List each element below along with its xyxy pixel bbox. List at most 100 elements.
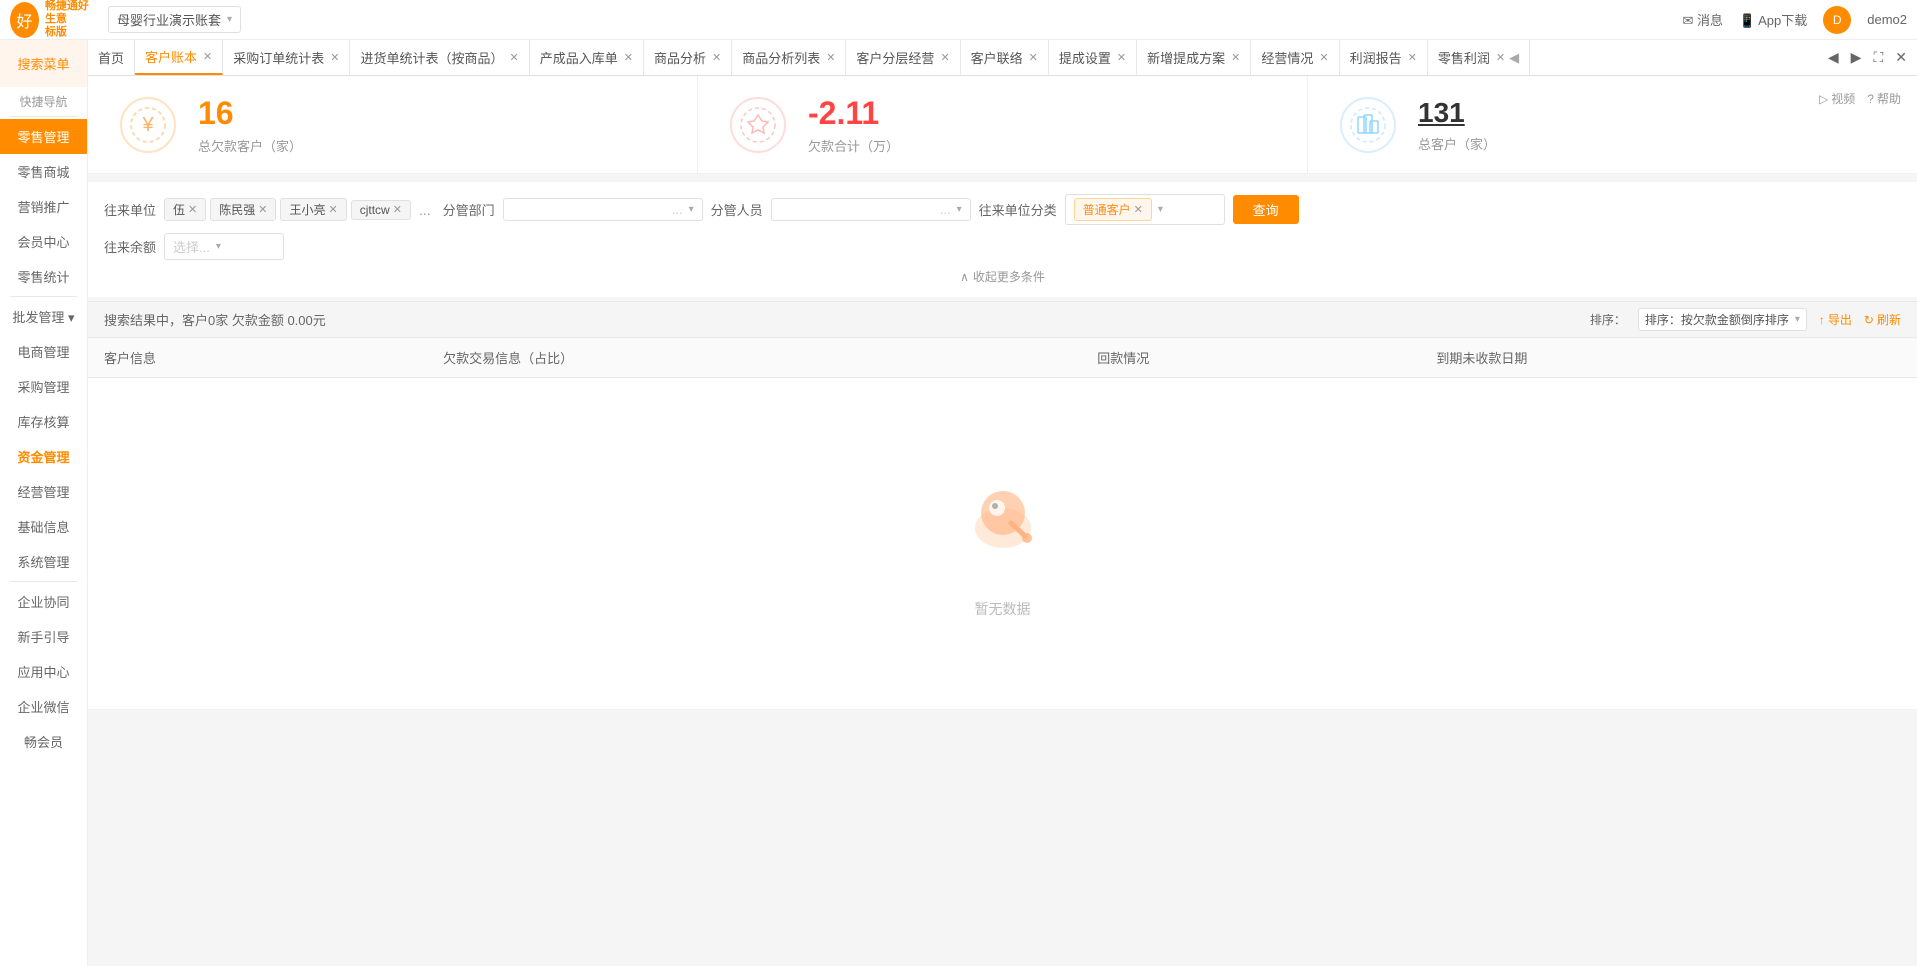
sidebar-item-basic[interactable]: 基础信息	[0, 509, 87, 544]
sidebar-item-retail[interactable]: 零售管理	[0, 119, 87, 154]
sidebar-item-system[interactable]: 系统管理	[0, 544, 87, 579]
stat-card-total: 131 总客户（家） ▷ 视频 ? 帮助	[1308, 76, 1917, 173]
tabs-prev-button[interactable]: ◀	[1824, 49, 1843, 66]
tab-home[interactable]: 首页	[88, 40, 135, 75]
sidebar-item-enterprise-coop[interactable]: 企业协同	[0, 584, 87, 619]
tab-close-goods-analysis[interactable]: ✕	[712, 51, 721, 64]
video-link[interactable]: ▷ 视频	[1819, 90, 1855, 107]
person-label: 分管人员	[711, 200, 763, 219]
empty-text: 暂无数据	[975, 599, 1031, 619]
tag-close-chenminqiang[interactable]: ✕	[258, 203, 267, 216]
refresh-button[interactable]: ↻ 刷新	[1864, 311, 1901, 328]
collapse-filters[interactable]: ∧ 收起更多条件	[104, 268, 1901, 285]
sort-selector[interactable]: 排序：按欠款金额倒序排序 ▾	[1638, 308, 1807, 331]
sidebar-item-app-center[interactable]: 应用中心	[0, 654, 87, 689]
tab-new-promo[interactable]: 新增提成方案 ✕	[1137, 40, 1251, 75]
messages-link[interactable]: ✉ 消息	[1682, 10, 1723, 29]
sidebar-item-ecommerce[interactable]: 电商管理	[0, 334, 87, 369]
tab-product-stock[interactable]: 产成品入库单 ✕	[530, 40, 644, 75]
user-avatar[interactable]: D	[1823, 6, 1851, 34]
username[interactable]: demo2	[1867, 12, 1907, 27]
tab-accounts-receivable[interactable]: 客户账本 ✕	[135, 40, 223, 75]
search-summary: 搜索结果中，客户0家 欠款金额 0.00元	[104, 310, 326, 329]
export-button[interactable]: ↑ 导出	[1819, 311, 1852, 328]
tab-goods-analysis[interactable]: 商品分析 ✕	[644, 40, 732, 75]
sidebar-item-operations[interactable]: 经营管理	[0, 474, 87, 509]
sidebar-item-members[interactable]: 会员中心	[0, 224, 87, 259]
dept-selector[interactable]: ... ▾	[503, 198, 703, 221]
tab-close-promo-settings[interactable]: ✕	[1117, 51, 1126, 64]
tab-close-profit-report[interactable]: ✕	[1408, 51, 1417, 64]
unit-class-selector[interactable]: 普通客户 ✕ ▾	[1065, 194, 1225, 225]
sidebar-item-retail-mall[interactable]: 零售商城	[0, 154, 87, 189]
sidebar-item-marketing[interactable]: 营销推广	[0, 189, 87, 224]
content-area: 首页 客户账本 ✕ 采购订单统计表 ✕ 进货单统计表（按商品） ✕	[88, 40, 1917, 966]
tab-customer-segment[interactable]: 客户分层经营 ✕	[846, 40, 960, 75]
sidebar-item-inventory[interactable]: 库存核算	[0, 404, 87, 439]
tab-promo-settings[interactable]: 提成设置 ✕	[1049, 40, 1137, 75]
tab-goods-analysis-list[interactable]: 商品分析列表 ✕	[732, 40, 846, 75]
sidebar-divider-1	[10, 116, 77, 117]
search-menu-button[interactable]: 搜索菜单	[6, 50, 81, 77]
help-icon: ?	[1867, 92, 1874, 106]
tab-retail-profit[interactable]: 零售利润 ✕ ◀	[1428, 40, 1530, 75]
tab-close-operations[interactable]: ✕	[1319, 51, 1328, 64]
tabs-fullscreen-button[interactable]: ⛶	[1869, 49, 1887, 66]
tab-close-accounts-receivable[interactable]: ✕	[203, 50, 212, 63]
main-layout: 搜索菜单 快捷导航 零售管理 零售商城 营销推广 会员中心 零售统计 批发管理 …	[0, 40, 1917, 966]
tag-close-normal-customer[interactable]: ✕	[1134, 203, 1143, 216]
tag-wu: 伍 ✕	[164, 198, 206, 221]
tab-profit-report[interactable]: 利润报告 ✕	[1340, 40, 1428, 75]
tab-operations[interactable]: 经营情况 ✕	[1251, 40, 1339, 75]
tab-close-inventory[interactable]: ✕	[510, 51, 519, 64]
chevron-up-icon: ∧	[960, 270, 969, 284]
tab-close-customer-segment[interactable]: ✕	[940, 51, 949, 64]
workspace-selector[interactable]: 母婴行业演示账套 ▾	[108, 6, 241, 33]
sort-label: 排序：	[1590, 311, 1626, 328]
sidebar-divider-2	[10, 296, 77, 297]
empty-cell: 暂无数据	[88, 378, 1917, 710]
tab-close-retail-profit[interactable]: ✕	[1496, 51, 1505, 64]
tab-purchase-order[interactable]: 采购订单统计表 ✕	[223, 40, 350, 75]
sidebar-item-new-guide[interactable]: 新手引导	[0, 619, 87, 654]
tab-close-product-stock[interactable]: ✕	[624, 51, 633, 64]
sidebar-item-retail-stats[interactable]: 零售统计	[0, 259, 87, 294]
tabs-next-button[interactable]: ▶	[1847, 49, 1866, 66]
app-download-link[interactable]: 📱 App下载	[1739, 10, 1807, 29]
stat-label-debt: 欠款合计（万）	[808, 136, 899, 155]
quick-nav[interactable]: 快捷导航	[0, 87, 87, 114]
tag-close-cjttcw[interactable]: ✕	[393, 203, 402, 216]
tab-inventory-stat[interactable]: 进货单统计表（按商品） ✕	[350, 40, 529, 75]
stat-label-customers: 总欠款客户（家）	[198, 136, 302, 155]
tab-close-goods-list[interactable]: ✕	[826, 51, 835, 64]
unit-label: 往来单位	[104, 200, 156, 219]
help-link[interactable]: ? 帮助	[1867, 90, 1901, 107]
tab-close-purchase-order[interactable]: ✕	[330, 51, 339, 64]
more-tags-button[interactable]: ...	[415, 202, 435, 218]
query-button[interactable]: 查询	[1233, 195, 1299, 224]
sidebar-item-purchase[interactable]: 采购管理	[0, 369, 87, 404]
tab-close-customer-contact[interactable]: ✕	[1029, 51, 1038, 64]
person-caret: ▾	[957, 204, 962, 215]
stat-help: ▷ 视频 ? 帮助	[1819, 90, 1901, 107]
tabs-close-all-button[interactable]: ✕	[1891, 49, 1911, 66]
balance-selector[interactable]: 选择... ▾	[164, 233, 284, 260]
stat-value-debt: -2.11	[808, 94, 899, 132]
tab-customer-contact[interactable]: 客户联络 ✕	[961, 40, 1049, 75]
tabs-list: 首页 客户账本 ✕ 采购订单统计表 ✕ 进货单统计表（按商品） ✕	[88, 40, 1818, 75]
tabs-controls: ◀ ▶ ⛶ ✕	[1818, 49, 1917, 66]
sidebar-item-wholesale[interactable]: 批发管理 ▾	[0, 299, 87, 334]
tag-close-wangxiaoliang[interactable]: ✕	[329, 203, 338, 216]
tag-wangxiaoliang: 王小亮 ✕	[280, 198, 346, 221]
sidebar-item-finance[interactable]: 资金管理	[0, 439, 87, 474]
unit-class-label: 往来单位分类	[979, 200, 1057, 219]
person-selector[interactable]: ... ▾	[771, 198, 971, 221]
sidebar-item-enterprise-wechat[interactable]: 企业微信	[0, 689, 87, 724]
tab-close-new-promo[interactable]: ✕	[1231, 51, 1240, 64]
table-head: 客户信息 欠款交易信息（占比） 回款情况 到期未收款日期	[88, 338, 1917, 378]
table-header-row: 客户信息 欠款交易信息（占比） 回款情况 到期未收款日期	[88, 338, 1917, 378]
tabs-bar: 首页 客户账本 ✕ 采购订单统计表 ✕ 进货单统计表（按商品） ✕	[88, 40, 1917, 76]
tag-close-wu[interactable]: ✕	[188, 203, 197, 216]
col-customer-info: 客户信息	[88, 338, 427, 378]
sidebar-item-pro-member[interactable]: 畅会员	[0, 724, 87, 759]
